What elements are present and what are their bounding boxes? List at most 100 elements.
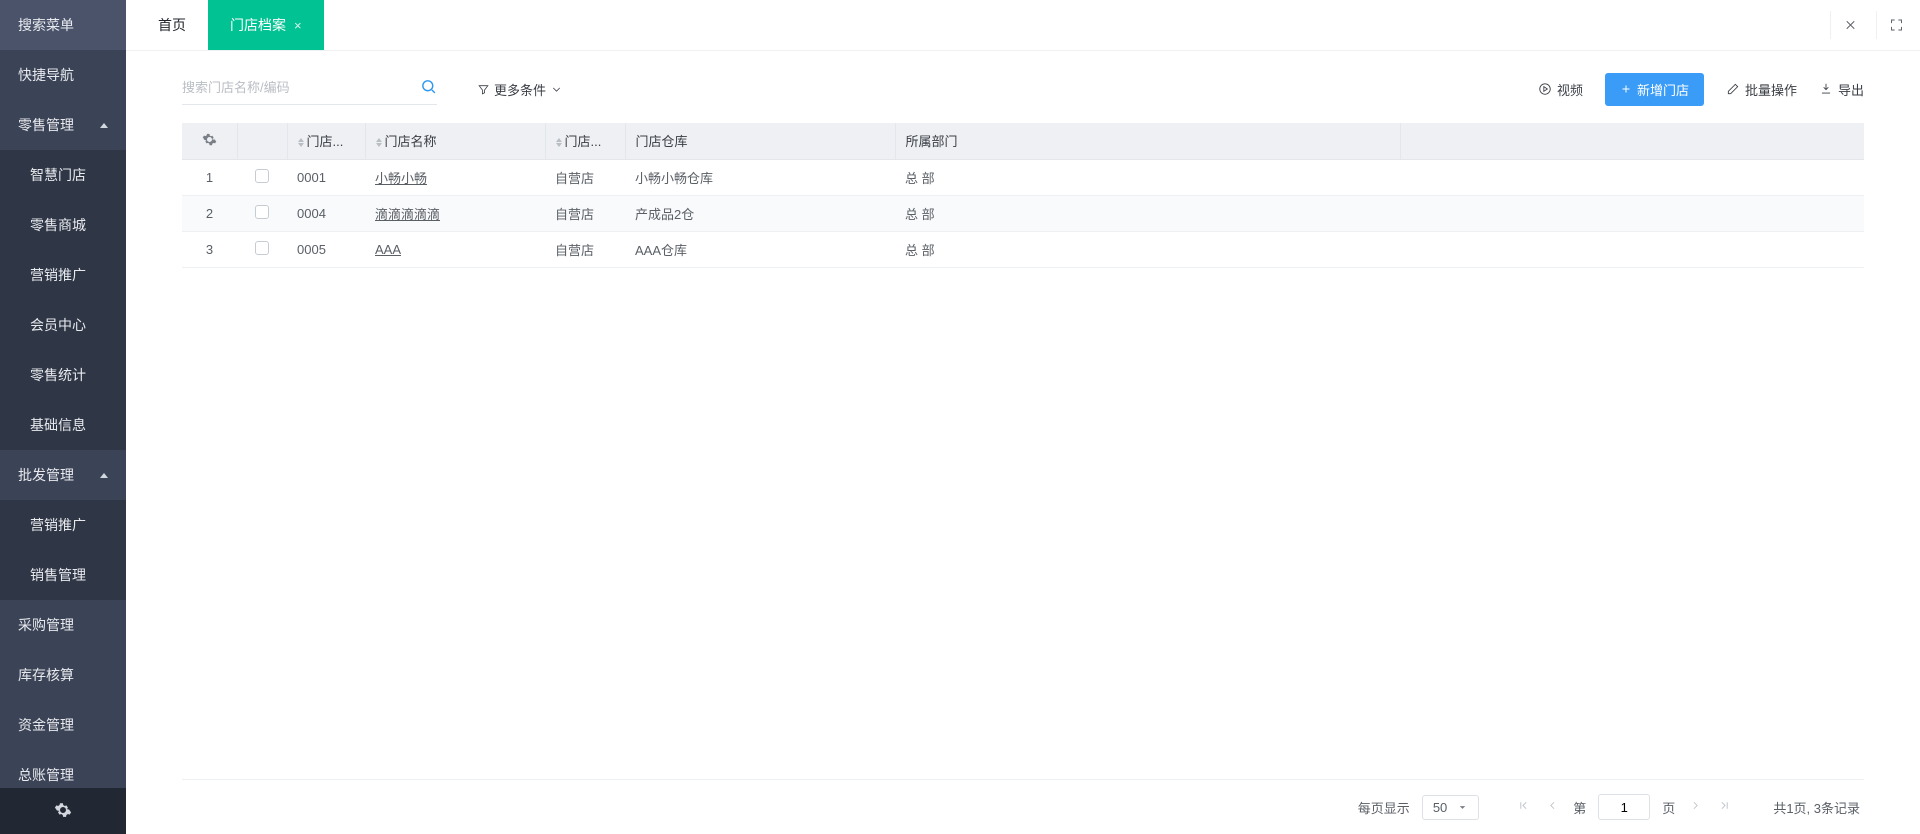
table-header-row: 门店... 门店名称 门店... 门店仓库 所属部门 状态 操作 (182, 123, 1864, 159)
filter-icon (477, 83, 490, 96)
col-settings[interactable] (182, 123, 237, 159)
gear-icon (54, 801, 72, 822)
store-name-link[interactable]: 滴滴滴滴滴 (375, 207, 440, 222)
table-row: 1 0001 小畅小畅 自营店小畅小畅仓库总 部正常 (182, 159, 1864, 195)
store-name-link[interactable]: AAA (375, 242, 401, 257)
chevron-up-icon (100, 123, 108, 128)
video-link[interactable]: 视频 (1538, 80, 1583, 99)
row-code: 0005 (287, 231, 365, 267)
row-checkbox-cell (237, 231, 287, 267)
tab-store-archive[interactable]: 门店档案 × (208, 0, 324, 50)
row-name: 滴滴滴滴滴 (365, 195, 545, 231)
col-warehouse: 门店仓库 (625, 123, 895, 159)
page-next-button[interactable] (1687, 799, 1704, 815)
sidebar-ledger[interactable]: 总账管理 (0, 750, 126, 788)
row-checkbox-cell (237, 159, 287, 195)
store-name-link[interactable]: 小畅小畅 (375, 171, 427, 186)
sidebar-marketing[interactable]: 营销推广 (0, 250, 126, 300)
add-store-label: 新增门店 (1637, 80, 1689, 99)
export-button[interactable]: 导出 (1819, 80, 1864, 99)
row-type: 自营店 (545, 159, 625, 195)
chevron-up-icon (100, 473, 108, 478)
row-warehouse: AAA仓库 (625, 231, 895, 267)
tabs-bar: 首页 门店档案 × (126, 0, 1920, 51)
page-last-button[interactable] (1716, 799, 1733, 815)
page-summary: 共1页, 3条记录 (1773, 798, 1860, 817)
search-icon[interactable] (420, 78, 437, 98)
add-store-button[interactable]: 新增门店 (1605, 73, 1704, 106)
batch-actions-button[interactable]: 批量操作 (1726, 80, 1797, 99)
row-checkbox[interactable] (255, 241, 269, 255)
row-index: 3 (182, 231, 237, 267)
sidebar-quick-nav[interactable]: 快捷导航 (0, 50, 126, 100)
col-status[interactable]: 状态 (1400, 123, 1864, 159)
plus-icon (1620, 83, 1632, 95)
gear-icon (202, 135, 217, 150)
row-status: 正常 (1400, 231, 1864, 267)
sidebar-wholesale-mgmt[interactable]: 批发管理 (0, 450, 126, 500)
sidebar-retail-mall[interactable]: 零售商城 (0, 200, 126, 250)
play-icon (1538, 82, 1552, 96)
close-all-tabs-button[interactable] (1830, 11, 1858, 39)
sidebar-smart-store[interactable]: 智慧门店 (0, 150, 126, 200)
page-prev-button[interactable] (1544, 799, 1561, 815)
fullscreen-button[interactable] (1876, 11, 1904, 39)
row-code: 0004 (287, 195, 365, 231)
sidebar-retail-mgmt[interactable]: 零售管理 (0, 100, 126, 150)
sidebar-ws-sales[interactable]: 销售管理 (0, 550, 126, 600)
row-name: 小畅小畅 (365, 159, 545, 195)
row-checkbox[interactable] (255, 169, 269, 183)
col-code[interactable]: 门店... (287, 123, 365, 159)
sort-icon (556, 138, 562, 147)
sidebar-basic-info[interactable]: 基础信息 (0, 400, 126, 450)
row-checkbox-cell (237, 195, 287, 231)
chevron-down-icon (1457, 802, 1468, 813)
per-page-label: 每页显示 (1358, 798, 1410, 817)
row-dept: 总 部 (895, 159, 1400, 195)
sidebar-ws-marketing[interactable]: 营销推广 (0, 500, 126, 550)
video-label: 视频 (1557, 80, 1583, 99)
col-name[interactable]: 门店名称 (365, 123, 545, 159)
sidebar-item-label: 批发管理 (18, 465, 74, 485)
more-conditions-button[interactable]: 更多条件 (477, 80, 563, 99)
row-name: AAA (365, 231, 545, 267)
more-conditions-label: 更多条件 (494, 80, 546, 99)
sort-icon (298, 138, 304, 147)
col-dept: 所属部门 (895, 123, 1400, 159)
page-input[interactable] (1598, 794, 1650, 820)
search-wrap (182, 74, 437, 105)
table-row: 20004滴滴滴滴滴自营店产成品2仓总 部正常 (182, 195, 1864, 231)
row-status: 正常 (1400, 195, 1864, 231)
row-code: 0001 (287, 159, 365, 195)
row-type: 自营店 (545, 231, 625, 267)
row-checkbox[interactable] (255, 205, 269, 219)
sidebar-retail-stats[interactable]: 零售统计 (0, 350, 126, 400)
sidebar-search-menu[interactable]: 搜索菜单 (0, 0, 126, 50)
tab-home[interactable]: 首页 (136, 0, 208, 50)
per-page-select[interactable]: 50 (1422, 795, 1479, 820)
sidebar-settings[interactable] (0, 788, 126, 834)
row-index: 2 (182, 195, 237, 231)
pagination-bar: 每页显示 50 第 页 共1页, 3条记录 (182, 779, 1864, 834)
sort-icon (376, 138, 382, 147)
stores-table: 门店... 门店名称 门店... 门店仓库 所属部门 状态 操作 1 0001 小畅… (182, 123, 1864, 268)
table-wrap: 门店... 门店名称 门店... 门店仓库 所属部门 状态 操作 1 0001 小畅… (182, 123, 1864, 779)
sidebar-purchase-mgmt[interactable]: 采购管理 (0, 600, 126, 650)
export-icon (1819, 82, 1833, 96)
search-input[interactable] (182, 80, 414, 95)
page-first-button[interactable] (1515, 799, 1532, 815)
sidebar-item-label: 零售管理 (18, 115, 74, 135)
edit-icon (1726, 82, 1740, 96)
sidebar-member-center[interactable]: 会员中心 (0, 300, 126, 350)
sidebar-inventory[interactable]: 库存核算 (0, 650, 126, 700)
sidebar-funds[interactable]: 资金管理 (0, 700, 126, 750)
row-type: 自营店 (545, 195, 625, 231)
col-checkbox (237, 123, 287, 159)
close-icon[interactable]: × (294, 18, 302, 33)
row-index: 1 (182, 159, 237, 195)
batch-label: 批量操作 (1745, 80, 1797, 99)
col-type[interactable]: 门店... (545, 123, 625, 159)
row-status: 正常 (1400, 159, 1864, 195)
page-word: 第 (1573, 798, 1586, 817)
row-warehouse: 小畅小畅仓库 (625, 159, 895, 195)
